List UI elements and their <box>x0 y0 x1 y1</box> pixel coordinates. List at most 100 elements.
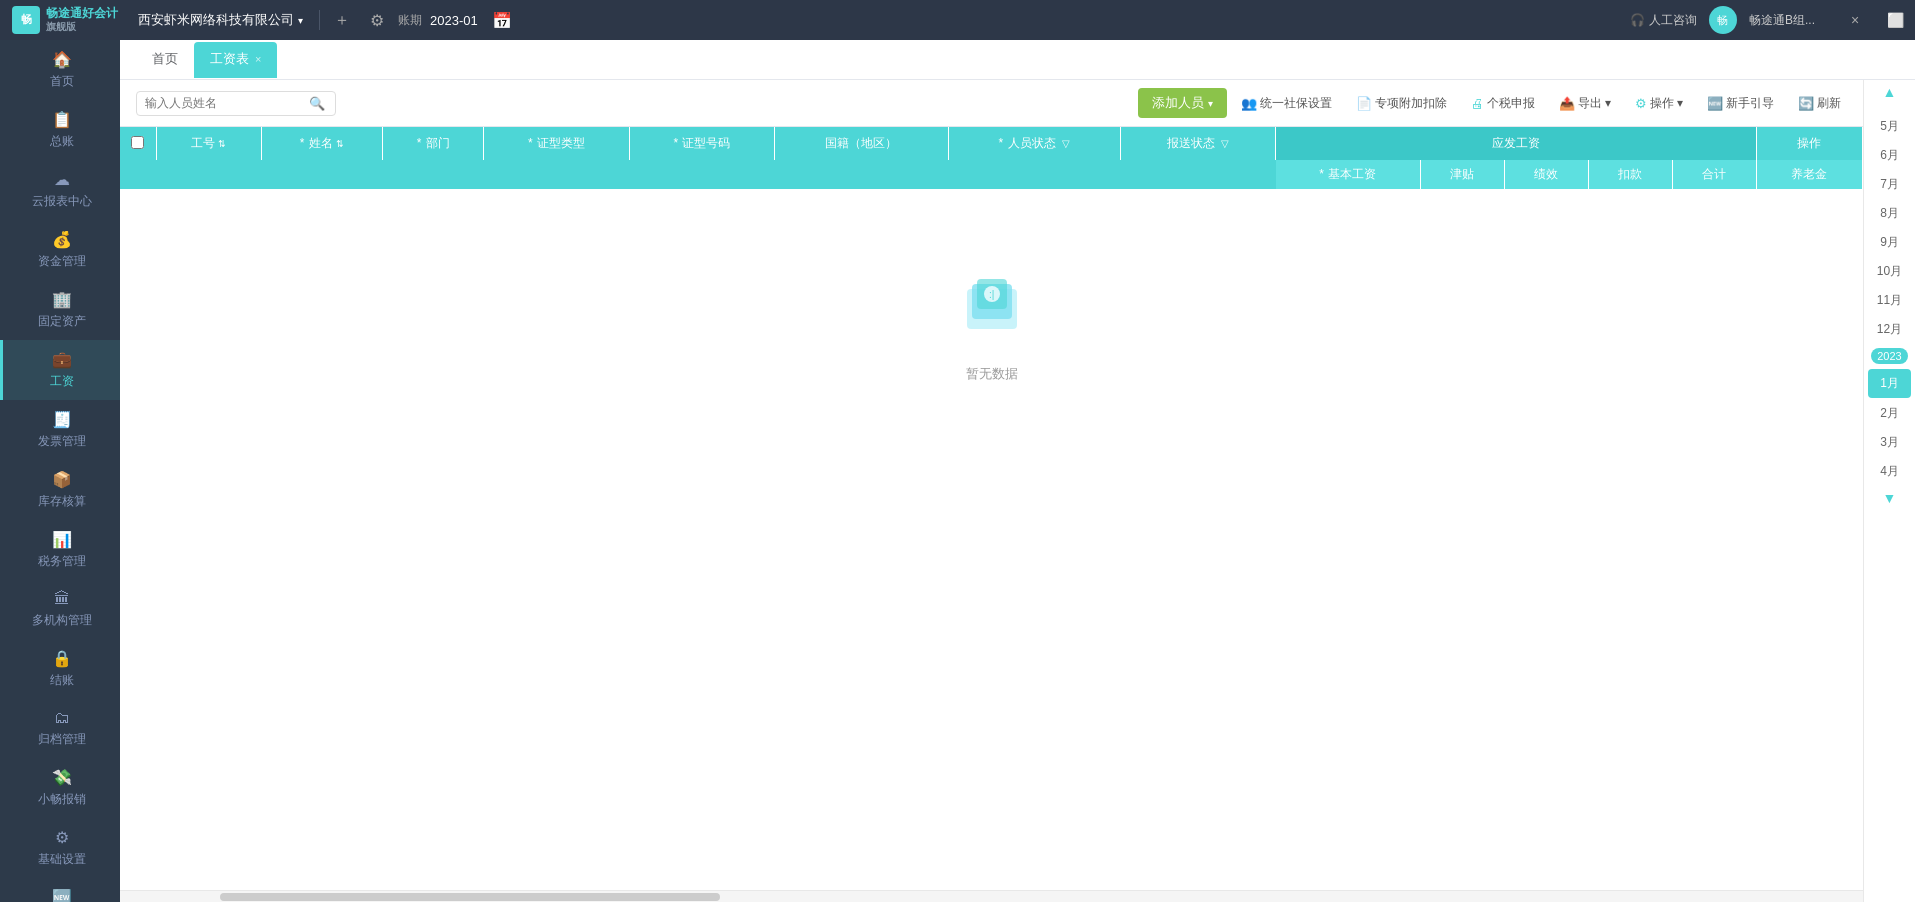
sidebar-label-expense: 小畅报销 <box>38 791 86 808</box>
month-2[interactable]: 2月 <box>1864 399 1915 428</box>
company-select[interactable]: 西安虾米网络科技有限公司 ▾ <box>130 7 311 33</box>
close-window-btn[interactable]: × <box>1835 0 1875 40</box>
new-guide-icon: 🆕 <box>1707 96 1723 111</box>
headset-icon: 🎧 <box>1630 13 1645 27</box>
year-label-2023[interactable]: 2023 <box>1871 348 1907 364</box>
th-status: * 人员状态 ▽ <box>948 127 1120 160</box>
th-id-no-label: 证型号码 <box>682 136 730 150</box>
search-input[interactable] <box>145 96 305 110</box>
sidebar-item-salary[interactable]: 💼 工资 <box>0 340 120 400</box>
sidebar-label-multi: 多机构管理 <box>32 612 92 629</box>
month-11[interactable]: 11月 <box>1864 286 1915 315</box>
add-person-btn[interactable]: 添加人员 ▾ <box>1138 88 1227 118</box>
th-basic-salary-label: 基本工资 <box>1328 167 1376 181</box>
required-star-name: * <box>300 136 305 150</box>
sidebar-item-fund[interactable]: 💰 资金管理 <box>0 220 120 280</box>
required-star-dept: * <box>417 136 422 150</box>
month-12[interactable]: 12月 <box>1864 315 1915 344</box>
divider <box>319 10 320 30</box>
sidebar-item-guide[interactable]: 🆕 新手引导 <box>0 878 120 902</box>
th-emp-no-label: 工号 <box>191 136 215 150</box>
month-10[interactable]: 10月 <box>1864 257 1915 286</box>
th-id-type: * 证型类型 <box>484 127 630 160</box>
sidebar-item-archive[interactable]: 🗂 归档管理 <box>0 699 120 758</box>
tab-salary-label: 工资表 <box>210 50 249 68</box>
th-pension-spacer: 养老金 <box>1756 160 1862 189</box>
close-book-icon: 🔒 <box>52 649 72 668</box>
th-deduction: 扣款 <box>1588 160 1672 189</box>
month-6[interactable]: 6月 <box>1864 141 1915 170</box>
select-all-checkbox[interactable] <box>131 136 144 149</box>
month-9[interactable]: 9月 <box>1864 228 1915 257</box>
th-checkbox[interactable] <box>120 127 156 160</box>
logo-text-group: 畅途通好会计 旗舰版 <box>46 6 118 34</box>
social-settings-btn[interactable]: 👥 统一社保设置 <box>1235 91 1338 116</box>
th-performance: 绩效 <box>1504 160 1588 189</box>
month-scroll-down-btn[interactable]: ▼ <box>1879 486 1901 510</box>
export-btn[interactable]: 📤 导出 ▾ <box>1553 91 1617 116</box>
table-scroll-bar <box>120 890 1863 902</box>
th-id-no: * 证型号码 <box>629 127 775 160</box>
company-name: 西安虾米网络科技有限公司 <box>138 11 294 29</box>
th-dept: * 部门 <box>383 127 484 160</box>
sidebar-item-inventory[interactable]: 📦 库存核算 <box>0 460 120 520</box>
table-header-row1: 工号 ⇅ * 姓名 ⇅ * 部门 <box>120 127 1863 160</box>
tab-bar: 首页 工资表 × <box>120 40 1915 80</box>
toolbar-actions: 👥 统一社保设置 📄 专项附加扣除 🖨 个税申报 📤 <box>1235 91 1847 116</box>
month-7[interactable]: 7月 <box>1864 170 1915 199</box>
calendar-icon[interactable]: 📅 <box>486 7 518 34</box>
th-id-type-label: 证型类型 <box>537 136 585 150</box>
th-total: 合计 <box>1672 160 1756 189</box>
refresh-icon: 🔄 <box>1798 96 1814 111</box>
sidebar-item-expense[interactable]: 💸 小畅报销 <box>0 758 120 818</box>
search-wrap: 🔍 <box>136 91 336 116</box>
social-settings-label: 统一社保设置 <box>1260 95 1332 112</box>
special-deduct-btn[interactable]: 📄 专项附加扣除 <box>1350 91 1453 116</box>
new-guide-label: 新手引导 <box>1726 95 1774 112</box>
th-status-label: 人员状态 <box>1008 136 1056 150</box>
social-icon: 👥 <box>1241 96 1257 111</box>
th-operations: 操作 <box>1756 127 1862 160</box>
empty-text: 暂无数据 <box>966 365 1018 383</box>
refresh-btn[interactable]: 🔄 刷新 <box>1792 91 1847 116</box>
tab-salary-table[interactable]: 工资表 × <box>194 42 277 78</box>
month-8[interactable]: 8月 <box>1864 199 1915 228</box>
month-scroll-up-btn[interactable]: ▲ <box>1879 80 1901 104</box>
expense-icon: 💸 <box>52 768 72 787</box>
add-company-btn[interactable]: ＋ <box>328 6 356 35</box>
sidebar-item-asset[interactable]: 🏢 固定资产 <box>0 280 120 340</box>
th-dept-label: 部门 <box>426 136 450 150</box>
sidebar: 🏠 首页 📋 总账 ☁ 云报表中心 💰 资金管理 🏢 固定资产 💼 工资 🧾 发… <box>0 40 120 902</box>
filter-icon-status[interactable]: ▽ <box>1062 138 1070 149</box>
sidebar-item-home[interactable]: 🏠 首页 <box>0 40 120 100</box>
sidebar-item-tax[interactable]: 📊 税务管理 <box>0 520 120 580</box>
tax-report-btn[interactable]: 🖨 个税申报 <box>1465 91 1541 116</box>
month-3[interactable]: 3月 <box>1864 428 1915 457</box>
sidebar-item-multi[interactable]: 🏛 多机构管理 <box>0 580 120 639</box>
export-icon: 📤 <box>1559 96 1575 111</box>
operations-icon: ⚙ <box>1635 96 1647 111</box>
month-4[interactable]: 4月 <box>1864 457 1915 486</box>
month-5[interactable]: 5月 <box>1864 112 1915 141</box>
sidebar-item-close[interactable]: 🔒 结账 <box>0 639 120 699</box>
th-operations-label: 操作 <box>1797 136 1821 150</box>
sidebar-item-ledger[interactable]: 📋 总账 <box>0 100 120 160</box>
settings-icon[interactable]: ⚙ <box>364 7 390 34</box>
scroll-thumb[interactable] <box>220 893 720 901</box>
sidebar-label-salary: 工资 <box>50 373 74 390</box>
sidebar-item-invoice[interactable]: 🧾 发票管理 <box>0 400 120 460</box>
required-star-status: * <box>999 136 1004 150</box>
period-label: 账期 <box>398 12 422 29</box>
service-btn[interactable]: 🎧 人工咨询 <box>1630 12 1697 29</box>
new-guide-btn[interactable]: 🆕 新手引导 <box>1701 91 1780 116</box>
sidebar-item-report[interactable]: ☁ 云报表中心 <box>0 160 120 220</box>
month-1[interactable]: 1月 <box>1868 369 1911 398</box>
operations-btn[interactable]: ⚙ 操作 ▾ <box>1629 91 1689 116</box>
operations-label: 操作 <box>1650 95 1674 112</box>
tab-home[interactable]: 首页 <box>136 42 194 78</box>
filter-icon-report[interactable]: ▽ <box>1221 138 1229 149</box>
sidebar-item-settings[interactable]: ⚙ 基础设置 <box>0 818 120 878</box>
main-layout: 🏠 首页 📋 总账 ☁ 云报表中心 💰 资金管理 🏢 固定资产 💼 工资 🧾 发… <box>0 40 1915 902</box>
tab-close-icon[interactable]: × <box>255 53 261 65</box>
maximize-window-btn[interactable]: ⬜ <box>1875 0 1915 40</box>
